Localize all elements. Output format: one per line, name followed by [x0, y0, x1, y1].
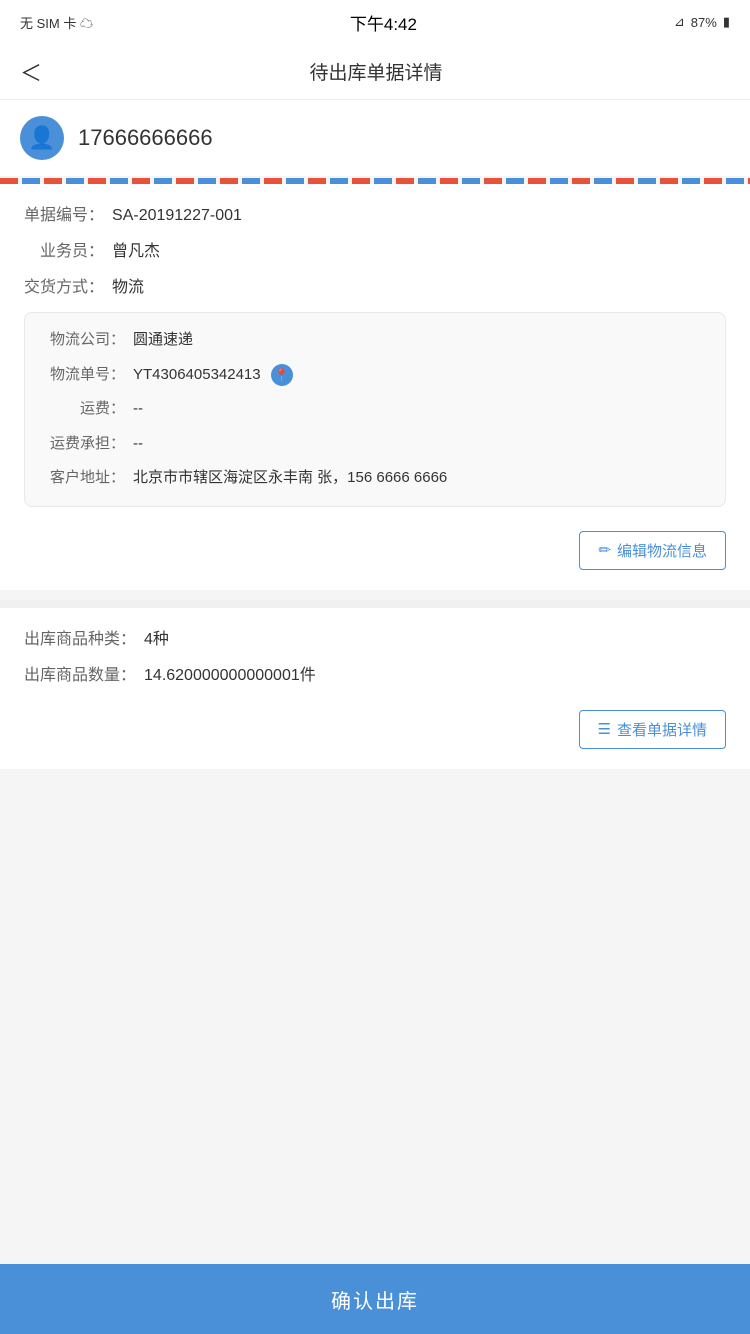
tracking-row: 物流单号： YT43064053424​13 📍	[45, 364, 705, 387]
freight-value: --	[133, 398, 705, 421]
product-quantity-value: 14.620000000000001件	[144, 664, 726, 688]
battery-bar: ▮	[723, 14, 730, 30]
status-left: 无 SIM 卡 ☁	[20, 13, 93, 32]
doc-number-label: 单据编号：	[24, 204, 104, 228]
delivery-value: 物流	[112, 276, 726, 300]
battery-icon: ⊿	[674, 14, 685, 30]
logistics-card: 物流公司： 圆通速递 物流单号： YT43064053424​13 📍 运费： …	[24, 312, 726, 507]
doc-number-value: SA-20191227-001	[112, 204, 726, 228]
logistics-company-row: 物流公司： 圆通速递	[45, 329, 705, 352]
status-right: ⊿ 87% ▮	[674, 14, 730, 30]
tracking-label: 物流单号：	[45, 364, 125, 387]
edit-icon: ✏	[598, 541, 611, 559]
avatar-icon: 👤	[28, 125, 55, 151]
edit-logistics-container: ✏ 编辑物流信息	[24, 521, 726, 574]
address-value: 北京市市辖区海淀区永丰南 张，156 6666 6666	[133, 467, 705, 490]
view-details-icon: ☰	[598, 720, 611, 738]
product-quantity-label: 出库商品数量：	[24, 664, 136, 688]
tracking-value: YT43064053424​13 📍	[133, 364, 705, 387]
edit-logistics-label: 编辑物流信息	[617, 540, 707, 561]
status-time: 下午4:42	[350, 10, 417, 35]
logistics-company-value: 圆通速递	[133, 329, 705, 352]
page-title: 待出库单据详情	[58, 58, 694, 85]
address-label: 客户地址：	[45, 467, 125, 490]
products-section: 出库商品种类： 4种 出库商品数量： 14.620000000000001件 ☰…	[0, 608, 750, 769]
freight-row: 运费： --	[45, 398, 705, 421]
doc-number-row: 单据编号： SA-20191227-001	[24, 204, 726, 228]
doc-info-section: 单据编号： SA-20191227-001 业务员： 曾凡杰 交货方式： 物流 …	[0, 184, 750, 590]
carrier-text: 无 SIM 卡 ☁	[20, 13, 93, 32]
product-types-label: 出库商品种类：	[24, 628, 136, 652]
freight-bearer-row: 运费承担： --	[45, 433, 705, 456]
delivery-row: 交货方式： 物流	[24, 276, 726, 300]
edit-logistics-button[interactable]: ✏ 编辑物流信息	[579, 531, 726, 570]
confirm-bar[interactable]: 确认出库	[0, 1264, 750, 1334]
logistics-company-label: 物流公司：	[45, 329, 125, 352]
customer-header: 👤 17666666666	[0, 100, 750, 176]
freight-bearer-value: --	[133, 433, 705, 456]
nav-bar: ＜ 待出库单据详情	[0, 44, 750, 100]
battery-percent: 87%	[691, 15, 717, 30]
address-row: 客户地址： 北京市市辖区海淀区永丰南 张，156 6666 6666	[45, 467, 705, 490]
freight-bearer-label: 运费承担：	[45, 433, 125, 456]
customer-phone: 17666666666	[78, 125, 213, 151]
product-types-value: 4种	[144, 628, 726, 652]
confirm-button-label: 确认出库	[331, 1285, 419, 1314]
salesperson-label: 业务员：	[24, 240, 104, 264]
freight-label: 运费：	[45, 398, 125, 421]
tracking-number-text: YT43064053424​13	[133, 364, 261, 387]
status-bar: 无 SIM 卡 ☁ 下午4:42 ⊿ 87% ▮	[0, 0, 750, 44]
view-details-label: 查看单据详情	[617, 719, 707, 740]
location-icon[interactable]: 📍	[271, 364, 293, 386]
section-divider	[0, 600, 750, 608]
back-icon: ＜	[20, 61, 42, 86]
content-spacer	[0, 779, 750, 1265]
product-types-row: 出库商品种类： 4种	[24, 628, 726, 652]
back-button[interactable]: ＜	[20, 56, 42, 88]
view-details-button[interactable]: ☰ 查看单据详情	[579, 710, 726, 749]
tracking-number-container: YT43064053424​13 📍	[133, 364, 705, 387]
product-quantity-row: 出库商品数量： 14.620000000000001件	[24, 664, 726, 688]
salesperson-value: 曾凡杰	[112, 240, 726, 264]
avatar: 👤	[20, 116, 64, 160]
salesperson-row: 业务员： 曾凡杰	[24, 240, 726, 264]
page: 无 SIM 卡 ☁ 下午4:42 ⊿ 87% ▮ ＜ 待出库单据详情 👤 176…	[0, 0, 750, 1334]
delivery-label: 交货方式：	[24, 276, 104, 300]
view-details-container: ☰ 查看单据详情	[24, 700, 726, 753]
